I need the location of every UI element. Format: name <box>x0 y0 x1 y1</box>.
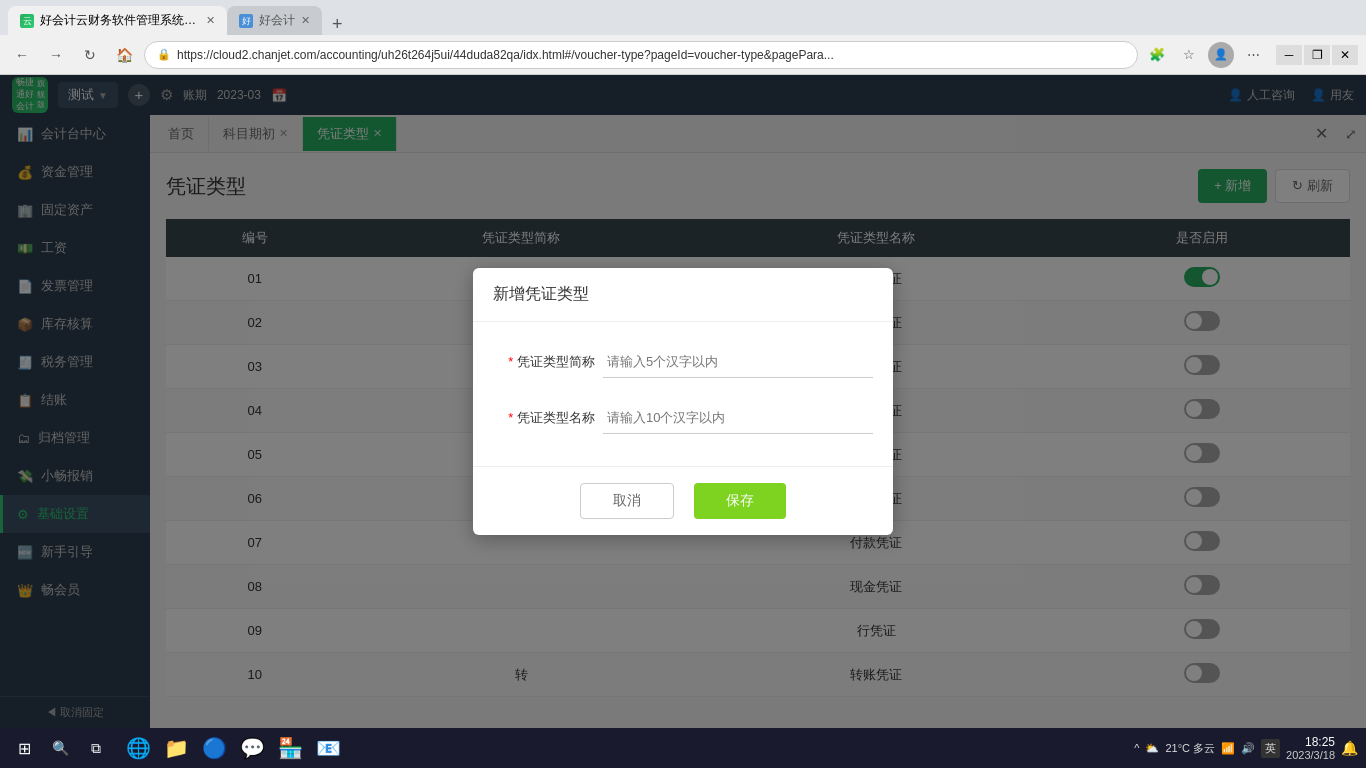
taskbar-app-wechat[interactable]: 💬 <box>234 730 270 766</box>
full-name-label: * 凭证类型名称 <box>493 409 603 427</box>
modal-header: 新增凭证类型 <box>473 268 893 322</box>
sys-tray: ^ ⛅ 21°C 多云 📶 🔊 英 18:25 2023/3/18 🔔 <box>1134 735 1358 761</box>
modal: 新增凭证类型 * 凭证类型简称 * 凭证类型名称 取消 保存 <box>473 268 893 535</box>
taskbar-apps: 🌐 📁 🔵 💬 🏪 📧 <box>120 730 346 766</box>
favorites-btn[interactable]: ☆ <box>1176 42 1202 68</box>
forward-btn[interactable]: → <box>42 41 70 69</box>
time-display: 18:25 <box>1286 735 1335 749</box>
address-bar[interactable]: 🔒 https://cloud2.chanjet.com/accounting/… <box>144 41 1138 69</box>
profile-btn[interactable]: 👤 <box>1208 42 1234 68</box>
weather-icon: ⛅ <box>1145 742 1159 755</box>
back-btn[interactable]: ← <box>8 41 36 69</box>
form-row-short-name: * 凭证类型简称 <box>493 346 873 378</box>
speaker-icon: 🔊 <box>1241 742 1255 755</box>
modal-footer: 取消 保存 <box>473 466 893 535</box>
save-btn[interactable]: 保存 <box>694 483 786 519</box>
start-btn[interactable]: ⊞ <box>8 732 40 764</box>
taskbar-app-mail[interactable]: 📧 <box>310 730 346 766</box>
tab2-label: 好会计 <box>259 12 295 29</box>
taskbar: ⊞ 🔍 ⧉ 🌐 📁 🔵 💬 🏪 📧 ^ ⛅ 21°C 多云 📶 🔊 英 18:2… <box>0 728 1366 768</box>
required-mark-1: * <box>508 354 513 369</box>
browser-tab-active[interactable]: 云 好会计云财务软件管理系统_会计 ✕ <box>8 6 227 35</box>
restore-btn[interactable]: ❐ <box>1304 45 1330 65</box>
lock-icon: 🔒 <box>157 48 171 61</box>
modal-overlay: 新增凭证类型 * 凭证类型简称 * 凭证类型名称 取消 保存 <box>0 75 1366 728</box>
clock-display[interactable]: 18:25 2023/3/18 <box>1286 735 1335 761</box>
modal-body: * 凭证类型简称 * 凭证类型名称 <box>473 322 893 466</box>
tab1-label: 好会计云财务软件管理系统_会计 <box>40 12 200 29</box>
tab2-favicon: 好 <box>239 14 253 28</box>
short-name-label: * 凭证类型简称 <box>493 353 603 371</box>
address-text: https://cloud2.chanjet.com/accounting/uh… <box>177 48 834 62</box>
home-btn[interactable]: 🏠 <box>110 41 138 69</box>
date-display: 2023/3/18 <box>1286 749 1335 761</box>
reload-btn[interactable]: ↻ <box>76 41 104 69</box>
tab2-close[interactable]: ✕ <box>301 14 310 27</box>
task-view-btn[interactable]: ⧉ <box>80 732 112 764</box>
tab1-close[interactable]: ✕ <box>206 14 215 27</box>
network-icon: 📶 <box>1221 742 1235 755</box>
browser-tab-inactive[interactable]: 好 好会计 ✕ <box>227 6 322 35</box>
extensions-btn[interactable]: 🧩 <box>1144 42 1170 68</box>
taskbar-app-edge[interactable]: 🌐 <box>120 730 156 766</box>
more-btn[interactable]: ⋯ <box>1240 42 1266 68</box>
short-name-input[interactable] <box>603 346 873 378</box>
search-taskbar-btn[interactable]: 🔍 <box>44 732 76 764</box>
required-mark-2: * <box>508 410 513 425</box>
taskbar-app-chrome[interactable]: 🔵 <box>196 730 232 766</box>
full-name-input[interactable] <box>603 402 873 434</box>
taskbar-app-explorer[interactable]: 📁 <box>158 730 194 766</box>
cancel-btn[interactable]: 取消 <box>580 483 674 519</box>
notifications-icon[interactable]: 🔔 <box>1341 740 1358 756</box>
taskbar-app-store[interactable]: 🏪 <box>272 730 308 766</box>
new-tab-btn[interactable]: + <box>326 15 349 33</box>
tab1-favicon: 云 <box>20 14 34 28</box>
minimize-btn[interactable]: ─ <box>1276 45 1302 65</box>
tray-expand-icon[interactable]: ^ <box>1134 742 1139 754</box>
close-window-btn[interactable]: ✕ <box>1332 45 1358 65</box>
form-row-full-name: * 凭证类型名称 <box>493 402 873 434</box>
modal-title: 新增凭证类型 <box>493 285 589 302</box>
lang-indicator: 英 <box>1261 739 1280 758</box>
weather-text: 21°C 多云 <box>1165 741 1215 756</box>
